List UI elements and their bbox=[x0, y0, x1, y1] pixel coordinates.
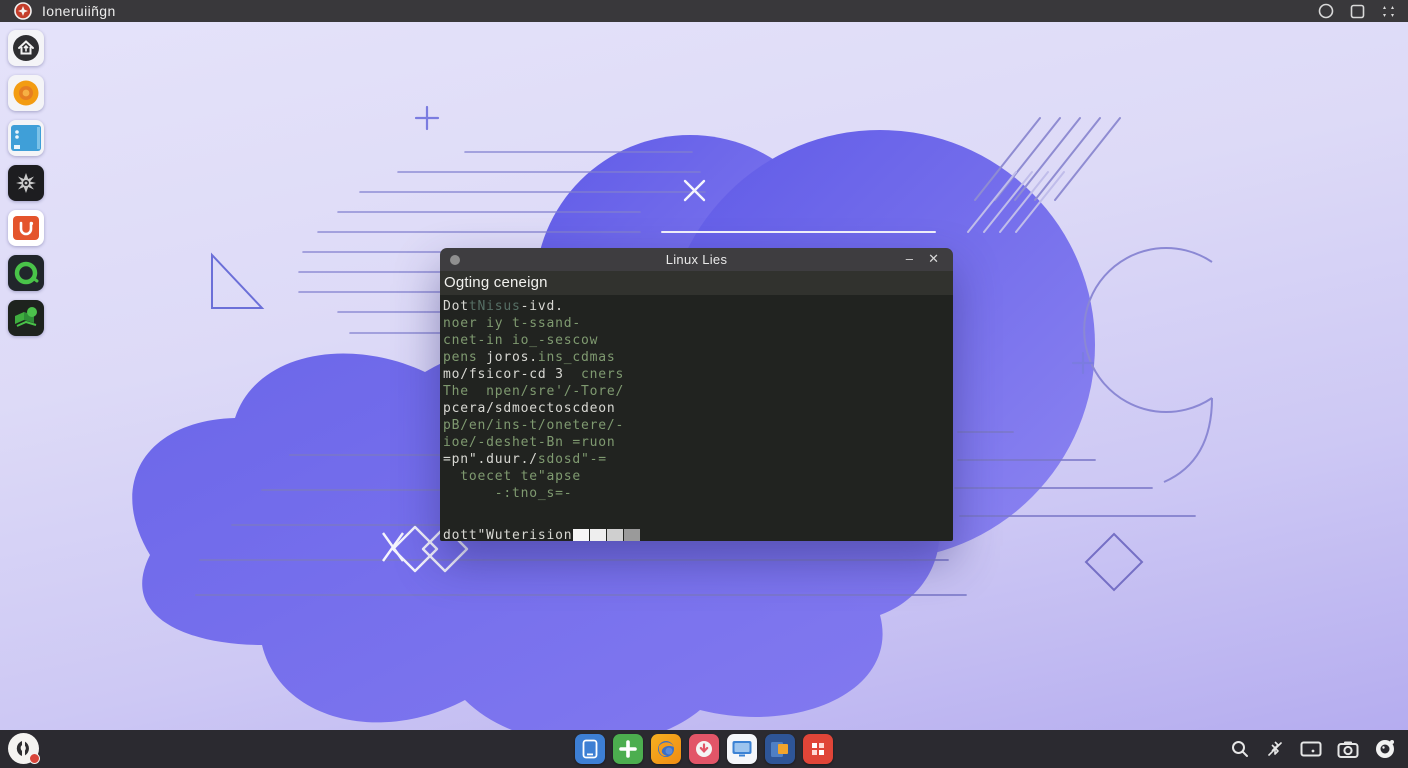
ubuntu-software-icon bbox=[13, 216, 39, 240]
green-ring-icon bbox=[14, 261, 39, 285]
system-tray bbox=[1230, 730, 1396, 768]
media-circle-icon bbox=[696, 741, 712, 757]
taskbar bbox=[0, 730, 1408, 768]
dock-item-terminal[interactable] bbox=[8, 120, 44, 156]
folder-blocks-icon bbox=[771, 742, 788, 757]
terminal-line: The npen/sre'/-Tore/ bbox=[443, 384, 625, 399]
progress-block bbox=[573, 528, 590, 541]
close-button[interactable]: ✕ bbox=[928, 248, 939, 270]
taskbar-app-media[interactable] bbox=[689, 734, 719, 764]
gear-flower-icon bbox=[16, 173, 36, 193]
taskbar-app-grid[interactable] bbox=[803, 734, 833, 764]
terminal-output[interactable]: DottNisus-ivd. noer iy t-ssand-cnet-in io… bbox=[440, 295, 953, 541]
window-controls bbox=[1318, 0, 1396, 22]
terminal-title: Linux Lies bbox=[665, 252, 728, 267]
progress-label: dott"Wuterision bbox=[443, 528, 573, 541]
plus-icon bbox=[619, 740, 637, 758]
terminal-line: pens joros.ins_cdmas bbox=[443, 350, 616, 365]
dock-item-ring[interactable] bbox=[8, 255, 44, 291]
search-icon[interactable] bbox=[1230, 739, 1250, 759]
orange-circle-icon bbox=[13, 80, 39, 106]
terminal-header-line: Ogting ceneign bbox=[440, 271, 953, 295]
progress-block bbox=[607, 528, 624, 541]
progress-block bbox=[624, 528, 641, 541]
desktop-screen: Ioneruiiñgn Linux Lies – ✕ Ogting ceneig… bbox=[0, 0, 1408, 768]
grid-icon bbox=[812, 743, 824, 755]
taskbar-apps bbox=[575, 734, 833, 764]
terminal-line: pcera/sdmoectoscdeon bbox=[443, 401, 616, 416]
display-icon[interactable] bbox=[1300, 740, 1322, 758]
terminal-line: DottNisus-ivd. bbox=[443, 299, 564, 314]
window-menu-dot[interactable] bbox=[450, 255, 460, 265]
bluetooth-off-icon[interactable] bbox=[1265, 739, 1285, 759]
terminal-line: =pn".duur./sdosd"-= bbox=[443, 452, 607, 467]
terminal-progress-line: dott"Wuterision bbox=[443, 527, 953, 541]
green-map-icon bbox=[15, 307, 37, 327]
terminal-window: Linux Lies – ✕ Ogting ceneign DottNisus-… bbox=[440, 248, 953, 541]
blue-window-icon bbox=[11, 125, 41, 151]
power-button[interactable] bbox=[8, 733, 40, 764]
progress-block bbox=[590, 528, 607, 541]
terminal-line: cnet-in io_-sescow bbox=[443, 333, 599, 348]
webcam-icon[interactable] bbox=[1374, 738, 1396, 760]
red-cross-badge-icon[interactable] bbox=[14, 2, 32, 20]
browser-globe-icon bbox=[658, 741, 674, 757]
dock-item-ubuntu[interactable] bbox=[8, 75, 44, 111]
four-arrows-icon[interactable] bbox=[1381, 4, 1396, 19]
terminal-line: ioe/-deshet-Bn =ruon bbox=[443, 435, 616, 450]
terminal-line: pB/en/ins-t/onetere/- bbox=[443, 418, 625, 433]
dock-item-home[interactable] bbox=[8, 30, 44, 66]
power-badge bbox=[29, 753, 40, 764]
dock bbox=[8, 30, 44, 336]
top-bar: Ioneruiiñgn bbox=[0, 0, 1408, 22]
home-icon bbox=[13, 35, 39, 61]
window-title: Ioneruiiñgn bbox=[42, 3, 116, 19]
taskbar-app-files[interactable] bbox=[765, 734, 795, 764]
dock-item-settings[interactable] bbox=[8, 165, 44, 201]
square-outline-icon[interactable] bbox=[1350, 4, 1365, 19]
tablet-icon bbox=[582, 739, 598, 759]
terminal-titlebar[interactable]: Linux Lies – ✕ bbox=[440, 248, 953, 271]
terminal-line: mo/fsicor-cd 3 cners bbox=[443, 367, 625, 382]
terminal-line: toecet te"apse bbox=[443, 469, 582, 484]
taskbar-app-browser[interactable] bbox=[651, 734, 681, 764]
dock-item-software[interactable] bbox=[8, 210, 44, 246]
minimize-button[interactable]: – bbox=[906, 248, 913, 269]
terminal-line: noer iy t-ssand- bbox=[443, 316, 582, 331]
dock-item-maps[interactable] bbox=[8, 300, 44, 336]
taskbar-app-plus[interactable] bbox=[613, 734, 643, 764]
camera-icon[interactable] bbox=[1337, 740, 1359, 759]
taskbar-app-display[interactable] bbox=[727, 734, 757, 764]
monitor-icon bbox=[732, 741, 752, 757]
circle-outline-icon[interactable] bbox=[1318, 3, 1334, 19]
terminal-line: -:tno_s=- bbox=[443, 486, 573, 501]
taskbar-app-tablet[interactable] bbox=[575, 734, 605, 764]
